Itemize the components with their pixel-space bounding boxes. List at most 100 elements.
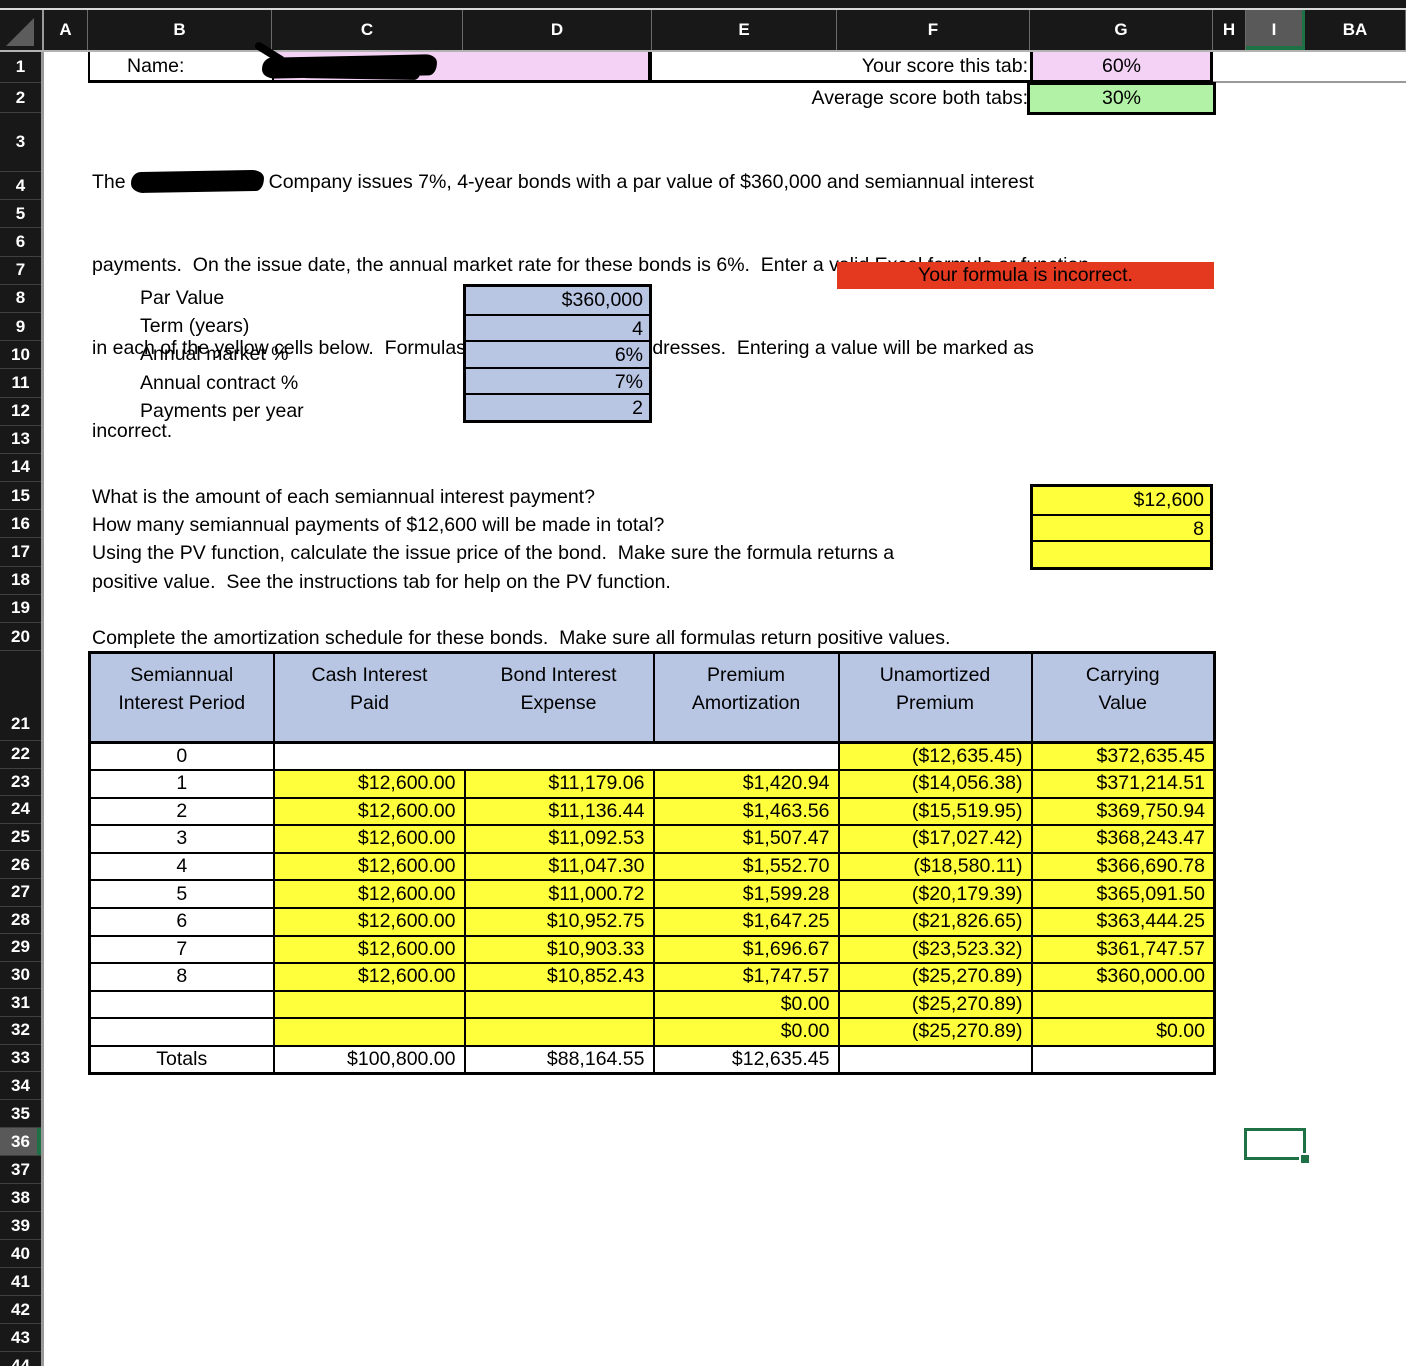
schedule-opening-blank[interactable]	[272, 741, 840, 772]
row-header-12[interactable]: 12	[0, 397, 41, 426]
select-all-corner[interactable]	[0, 10, 44, 50]
schedule-unamortized-10[interactable]: ($25,270.89)	[837, 1017, 1033, 1048]
fill-handle[interactable]	[1299, 1153, 1311, 1165]
row-header-40[interactable]: 40	[0, 1240, 41, 1269]
row-header-20[interactable]: 20	[0, 623, 41, 651]
active-cell-selection[interactable]	[1244, 1128, 1311, 1165]
schedule-carrying-9[interactable]	[1030, 989, 1216, 1020]
schedule-cash-9[interactable]	[272, 989, 466, 1020]
column-header-H[interactable]: H	[1213, 10, 1246, 50]
column-header-B[interactable]: B	[88, 10, 272, 50]
schedule-unamortized-6[interactable]: ($21,826.65)	[837, 907, 1033, 937]
row-header-26[interactable]: 26	[0, 851, 41, 879]
schedule-carrying-7[interactable]: $361,747.57	[1030, 934, 1216, 965]
schedule-total-bond[interactable]: $88,164.55	[463, 1045, 655, 1075]
schedule-bond-10[interactable]	[463, 1017, 655, 1048]
schedule-carrying-5[interactable]: $365,091.50	[1030, 879, 1216, 910]
row-header-29[interactable]: 29	[0, 934, 41, 962]
row-header-17[interactable]: 17	[0, 538, 41, 567]
answer-cell-0[interactable]: $12,600	[1033, 487, 1210, 514]
schedule-carrying-2[interactable]: $369,750.94	[1030, 796, 1216, 827]
row-header-36[interactable]: 36	[0, 1128, 41, 1157]
row-header-39[interactable]: 39	[0, 1212, 41, 1241]
schedule-unamortized-0[interactable]: ($12,635.45)	[837, 741, 1033, 772]
column-header-I[interactable]: I	[1246, 10, 1305, 50]
schedule-period-3[interactable]: 3	[88, 824, 275, 854]
avg-score-cell[interactable]: 30%	[1027, 82, 1216, 115]
column-header-BA[interactable]: BA	[1305, 10, 1406, 50]
row-header-19[interactable]: 19	[0, 594, 41, 623]
row-header-8[interactable]: 8	[0, 284, 41, 313]
schedule-bond-7[interactable]: $10,903.33	[463, 934, 655, 965]
column-header-A[interactable]: A	[44, 10, 88, 50]
schedule-total-carrying[interactable]	[1030, 1045, 1216, 1075]
row-header-25[interactable]: 25	[0, 823, 41, 852]
schedule-cash-1[interactable]: $12,600.00	[272, 769, 466, 799]
row-header-4[interactable]: 4	[0, 172, 41, 201]
schedule-total-premium[interactable]: $12,635.45	[652, 1045, 840, 1075]
row-header-21[interactable]: 21	[0, 651, 41, 741]
row-header-22[interactable]: 22	[0, 741, 41, 769]
schedule-period-4[interactable]: 4	[88, 851, 275, 882]
schedule-bond-3[interactable]: $11,092.53	[463, 824, 655, 854]
row-header-14[interactable]: 14	[0, 453, 41, 483]
schedule-header-4[interactable]: Unamortized Premium	[837, 651, 1033, 744]
schedule-period-2[interactable]: 2	[88, 796, 275, 827]
row-header-5[interactable]: 5	[0, 200, 41, 229]
row-header-15[interactable]: 15	[0, 482, 41, 511]
row-header-10[interactable]: 10	[0, 341, 41, 370]
column-header-E[interactable]: E	[652, 10, 837, 50]
schedule-bond-9[interactable]	[463, 989, 655, 1020]
schedule-unamortized-8[interactable]: ($25,270.89)	[837, 962, 1033, 992]
schedule-carrying-6[interactable]: $363,444.25	[1030, 907, 1216, 937]
row-header-16[interactable]: 16	[0, 510, 41, 539]
schedule-premium-3[interactable]: $1,507.47	[652, 824, 840, 854]
bond-input-cell-3[interactable]: 7%	[466, 366, 649, 393]
answer-cell-2[interactable]	[1033, 540, 1210, 567]
schedule-carrying-10[interactable]: $0.00	[1030, 1017, 1216, 1048]
row-header-34[interactable]: 34	[0, 1072, 41, 1101]
schedule-unamortized-2[interactable]: ($15,519.95)	[837, 796, 1033, 827]
schedule-header-0[interactable]: Semiannual Interest Period	[88, 651, 275, 744]
row-header-7[interactable]: 7	[0, 256, 41, 285]
schedule-period-7[interactable]: 7	[88, 934, 275, 965]
schedule-unamortized-7[interactable]: ($23,523.32)	[837, 934, 1033, 965]
schedule-bond-4[interactable]: $11,047.30	[463, 851, 655, 882]
schedule-bond-8[interactable]: $10,852.43	[463, 962, 655, 992]
row-header-11[interactable]: 11	[0, 369, 41, 398]
row-header-33[interactable]: 33	[0, 1044, 41, 1073]
schedule-header-5[interactable]: Carrying Value	[1030, 651, 1216, 744]
schedule-header-1[interactable]: Cash Interest Paid	[272, 651, 465, 744]
schedule-header-2[interactable]: Bond Interest Expense	[464, 651, 655, 744]
row-header-13[interactable]: 13	[0, 425, 41, 454]
schedule-cash-7[interactable]: $12,600.00	[272, 934, 466, 965]
row-header-42[interactable]: 42	[0, 1296, 41, 1325]
schedule-premium-1[interactable]: $1,420.94	[652, 769, 840, 799]
row-header-23[interactable]: 23	[0, 768, 41, 797]
row-header-18[interactable]: 18	[0, 566, 41, 595]
row-header-31[interactable]: 31	[0, 989, 41, 1017]
schedule-header-3[interactable]: Premium Amortization	[652, 651, 840, 744]
row-header-9[interactable]: 9	[0, 312, 41, 342]
schedule-period-6[interactable]: 6	[88, 907, 275, 937]
row-header-24[interactable]: 24	[0, 796, 41, 824]
name-label-cell[interactable]: Name:	[88, 52, 272, 81]
schedule-total-cash[interactable]: $100,800.00	[272, 1045, 466, 1075]
row-header-44[interactable]: 44	[0, 1352, 41, 1366]
schedule-period-10[interactable]	[88, 1017, 275, 1048]
schedule-premium-5[interactable]: $1,599.28	[652, 879, 840, 910]
schedule-bond-1[interactable]: $11,179.06	[463, 769, 655, 799]
schedule-unamortized-3[interactable]: ($17,027.42)	[837, 824, 1033, 854]
schedule-unamortized-1[interactable]: ($14,056.38)	[837, 769, 1033, 799]
row-header-32[interactable]: 32	[0, 1016, 41, 1045]
row-header-3[interactable]: 3	[0, 113, 41, 172]
schedule-premium-10[interactable]: $0.00	[652, 1017, 840, 1048]
schedule-premium-7[interactable]: $1,696.67	[652, 934, 840, 965]
schedule-cash-8[interactable]: $12,600.00	[272, 962, 466, 992]
schedule-carrying-8[interactable]: $360,000.00	[1030, 962, 1216, 992]
schedule-period-5[interactable]: 5	[88, 879, 275, 910]
bond-input-cell-4[interactable]: 2	[466, 393, 649, 420]
tab-score-cell[interactable]: 60%	[1030, 52, 1213, 81]
bond-input-cell-1[interactable]: 4	[466, 313, 649, 340]
schedule-cash-4[interactable]: $12,600.00	[272, 851, 466, 882]
